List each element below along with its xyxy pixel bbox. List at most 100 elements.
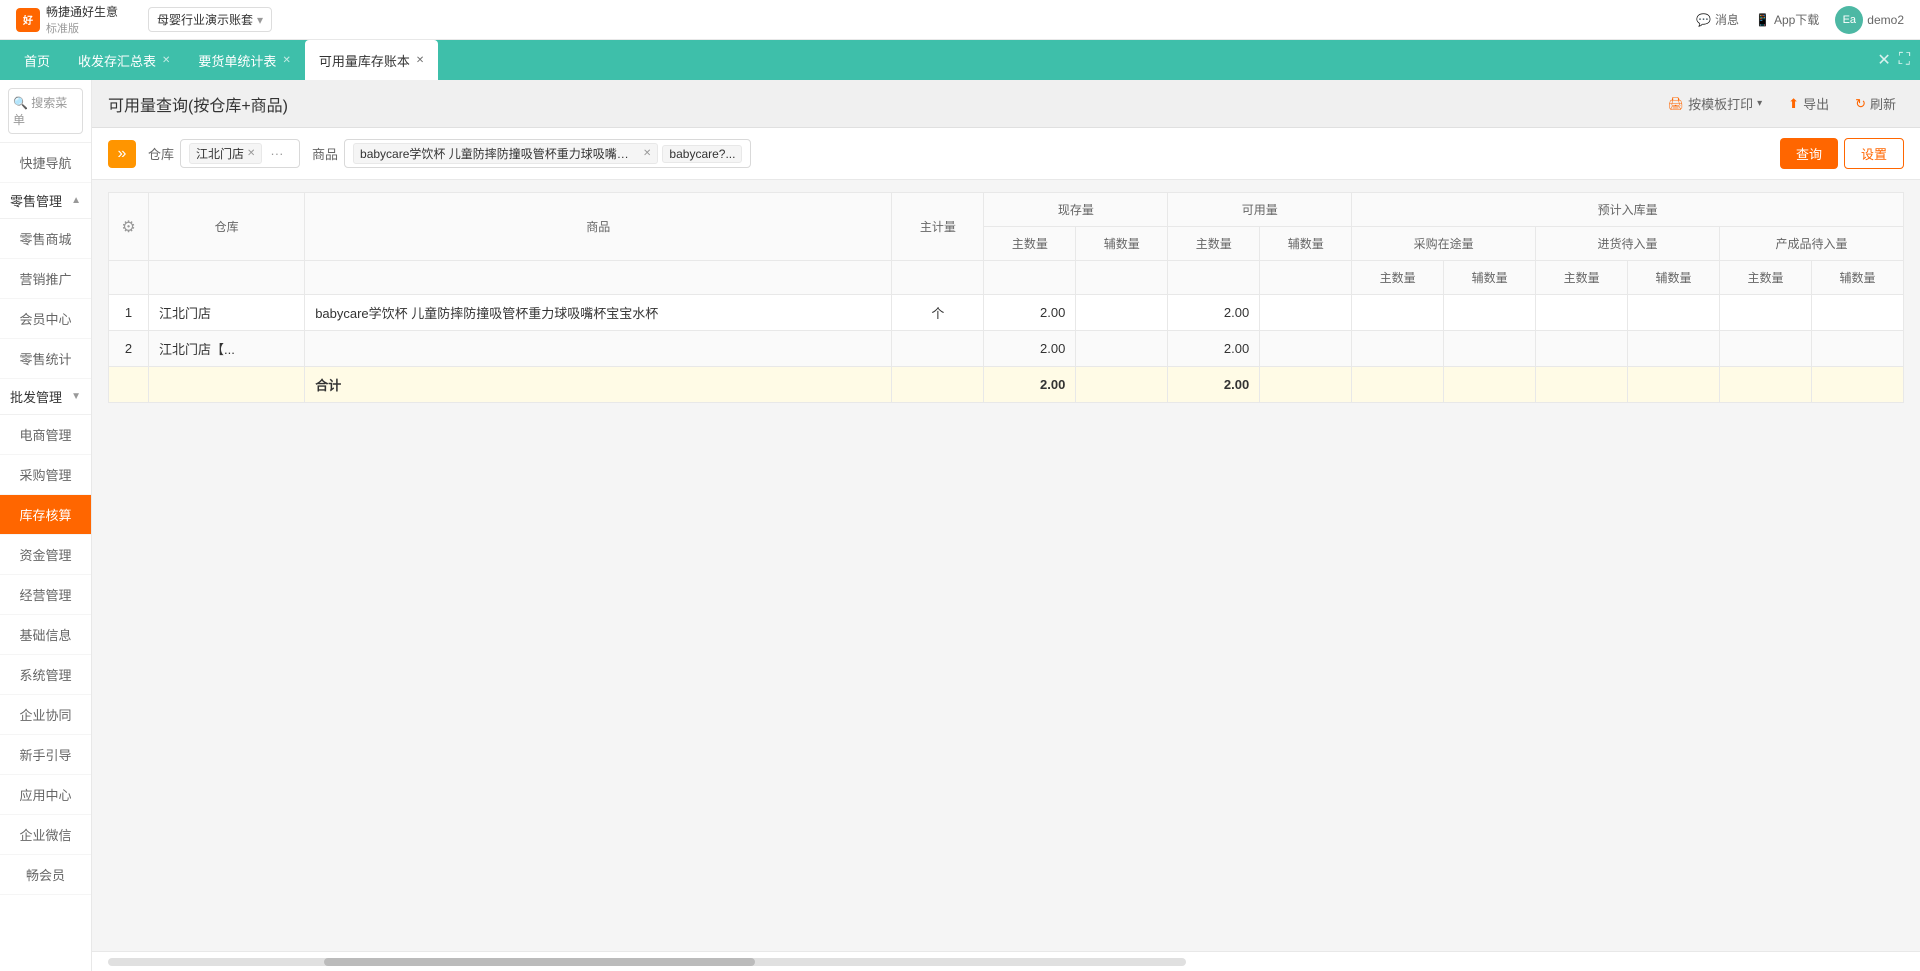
refresh-btn[interactable]: ↻ 刷新	[1847, 90, 1904, 117]
logo-area: 好 畅捷通好生意 标准版	[16, 3, 118, 36]
setting-btn[interactable]: 设置	[1844, 138, 1904, 169]
table-container: ⚙ 仓库 商品 主计量 现存量 可用量 预计入库量 主数量 辅数量 主数量 辅数…	[92, 180, 1920, 951]
sidebar-item-app-center[interactable]: 应用中心	[0, 775, 91, 815]
export-btn[interactable]: ⬆ 导出	[1780, 90, 1837, 117]
user-menu[interactable]: Ea demo2	[1835, 6, 1904, 34]
content-area: 可用量查询(按仓库+商品) 🖨 按模板打印 ▾ ⬆ 导出 ↻ 刷新	[92, 80, 1920, 971]
page-title: 可用量查询(按仓库+商品)	[108, 92, 288, 116]
tab-close-all-btn[interactable]: ✕	[1877, 50, 1890, 70]
th-stock-sub-qty: 辅数量	[1076, 227, 1168, 261]
product-label: 商品	[312, 144, 338, 163]
tab-receive-send[interactable]: 收发存汇总表 ✕	[64, 40, 184, 80]
product-tag-1: babycare学饮杯 儿童防摔防撞吸管杯重力球吸嘴杯宝宝水杯 ✕	[353, 143, 658, 164]
warehouse-filter-input[interactable]: 江北门店 ✕ ···	[180, 139, 300, 168]
tab-expand-btn[interactable]: ⛶	[1899, 51, 1910, 69]
warehouse-tag: 江北门店 ✕	[189, 143, 262, 164]
bottom-bar	[92, 951, 1920, 971]
warehouse-label: 仓库	[148, 144, 174, 163]
product-tag-1-close[interactable]: ✕	[643, 148, 651, 159]
product-tag-2: babycare?...	[662, 145, 742, 163]
th-main-unit: 主计量	[892, 193, 984, 261]
sidebar-item-new-user-guide[interactable]: 新手引导	[0, 735, 91, 775]
th-production-main: 主数量	[1720, 261, 1812, 295]
warehouse-tag-close[interactable]: ✕	[247, 148, 255, 159]
sidebar-item-retail-mgmt[interactable]: 零售管理 ▲	[0, 183, 91, 219]
sidebar-item-ops-mgmt[interactable]: 经营管理	[0, 575, 91, 615]
export-icon: ⬆	[1788, 96, 1799, 112]
tab-close-available-stock[interactable]: ✕	[416, 55, 424, 66]
th-stock-main-qty: 主数量	[984, 227, 1076, 261]
tab-bar-right: ✕ ⛶	[1877, 50, 1920, 70]
logo-text: 畅捷通好生意 标准版	[46, 3, 118, 36]
sidebar-item-sys-mgmt[interactable]: 系统管理	[0, 655, 91, 695]
data-table: ⚙ 仓库 商品 主计量 现存量 可用量 预计入库量 主数量 辅数量 主数量 辅数…	[108, 192, 1904, 403]
sidebar-search-area: 🔍 搜索菜单	[0, 80, 91, 143]
refresh-icon: ↻	[1855, 96, 1866, 112]
th-available-sub-qty: 辅数量	[1260, 227, 1352, 261]
print-icon: 🖨	[1668, 96, 1685, 112]
chevron-down-icon-wholesale: ▼	[71, 391, 81, 402]
logo-icon: 好	[16, 8, 40, 32]
tab-order-stats[interactable]: 要货单统计表 ✕	[184, 40, 304, 80]
sidebar-item-vip-member[interactable]: 畅会员	[0, 855, 91, 895]
phone-icon: 📱	[1755, 13, 1770, 27]
tenant-selector[interactable]: 母婴行业演示账套 ▾	[148, 7, 272, 32]
th-incoming-sub: 辅数量	[1628, 261, 1720, 295]
th-incoming-pending: 进货待入量	[1536, 227, 1720, 261]
app-download-btn[interactable]: 📱 App下载	[1755, 11, 1819, 28]
th-current-stock: 现存量	[984, 193, 1168, 227]
sidebar-item-member-center[interactable]: 会员中心	[0, 299, 91, 339]
filter-product-group: 商品 babycare学饮杯 儿童防摔防撞吸管杯重力球吸嘴杯宝宝水杯 ✕ bab…	[312, 139, 751, 168]
message-label: 消息	[1715, 11, 1739, 28]
horizontal-scrollbar[interactable]	[108, 958, 1186, 966]
sidebar-item-basic-info[interactable]: 基础信息	[0, 615, 91, 655]
sidebar-item-purchase-mgmt[interactable]: 采购管理	[0, 455, 91, 495]
page-header: 可用量查询(按仓库+商品) 🖨 按模板打印 ▾ ⬆ 导出 ↻ 刷新	[92, 80, 1920, 128]
th-available: 可用量	[1168, 193, 1352, 227]
table-row: 1 江北门店 babycare学饮杯 儿童防摔防撞吸管杯重力球吸嘴杯宝宝水杯 个…	[109, 295, 1904, 331]
sidebar-item-retail-stats[interactable]: 零售统计	[0, 339, 91, 379]
sidebar-item-ecommerce-mgmt[interactable]: 电商管理	[0, 415, 91, 455]
th-production-pending: 产成品待入量	[1720, 227, 1904, 261]
filter-action-btns: 查询 设置	[1780, 138, 1904, 169]
message-btn[interactable]: 💬 消息	[1696, 11, 1739, 28]
product-filter-input[interactable]: babycare学饮杯 儿童防摔防撞吸管杯重力球吸嘴杯宝宝水杯 ✕ babyca…	[344, 139, 751, 168]
chevron-up-icon: ▲	[71, 195, 81, 206]
top-header-right: 💬 消息 📱 App下载 Ea demo2	[1696, 6, 1904, 34]
sidebar-item-enterprise-wechat[interactable]: 企业微信	[0, 815, 91, 855]
warehouse-more-btn[interactable]: ···	[266, 146, 287, 161]
sidebar-item-inventory-check[interactable]: 库存核算	[0, 495, 91, 535]
username-label: demo2	[1867, 13, 1904, 27]
print-template-btn[interactable]: 🖨 按模板打印 ▾	[1660, 90, 1771, 117]
app-download-label: App下载	[1774, 11, 1819, 28]
chevron-down-icon-print: ▾	[1757, 98, 1762, 109]
tab-available-stock[interactable]: 可用量库存账本 ✕	[305, 40, 438, 80]
tab-close-receive-send[interactable]: ✕	[162, 55, 170, 66]
message-icon: 💬	[1696, 13, 1711, 27]
th-purchase-main: 主数量	[1352, 261, 1444, 295]
th-settings: ⚙	[109, 193, 149, 261]
sidebar-item-wholesale-mgmt[interactable]: 批发管理 ▼	[0, 379, 91, 415]
query-btn[interactable]: 查询	[1780, 138, 1838, 169]
main-layout: 🔍 搜索菜单 快捷导航 零售管理 ▲ 零售商城 营销推广 会员中心 零售统计 批…	[0, 80, 1920, 971]
tab-close-order-stats[interactable]: ✕	[282, 55, 290, 66]
sidebar-item-enterprise-collab[interactable]: 企业协同	[0, 695, 91, 735]
tenant-name: 母婴行业演示账套	[157, 11, 253, 28]
sidebar-item-finance-mgmt[interactable]: 资金管理	[0, 535, 91, 575]
filter-expand-btn[interactable]: »	[108, 140, 136, 168]
search-icon: 🔍	[13, 96, 28, 110]
top-header-left: 好 畅捷通好生意 标准版 母婴行业演示账套 ▾	[16, 3, 272, 36]
totals-row: 合计 2.00 2.00	[109, 367, 1904, 403]
top-header: 好 畅捷通好生意 标准版 母婴行业演示账套 ▾ 💬 消息 📱 App下载 Ea …	[0, 0, 1920, 40]
th-purchase-sub: 辅数量	[1444, 261, 1536, 295]
sidebar-item-retail-mall[interactable]: 零售商城	[0, 219, 91, 259]
sidebar-search-btn[interactable]: 🔍 搜索菜单	[8, 88, 83, 134]
tab-home[interactable]: 首页	[10, 40, 64, 80]
th-warehouse: 仓库	[149, 193, 305, 261]
column-settings-icon[interactable]: ⚙	[121, 219, 135, 236]
sidebar-item-quick-nav[interactable]: 快捷导航	[0, 143, 91, 183]
th-production-sub: 辅数量	[1811, 261, 1903, 295]
sidebar-item-marketing[interactable]: 营销推广	[0, 259, 91, 299]
filter-bar: » 仓库 江北门店 ✕ ··· 商品 babycare学饮杯 儿童防摔防撞吸管杯…	[92, 128, 1920, 180]
page-actions: 🖨 按模板打印 ▾ ⬆ 导出 ↻ 刷新	[1660, 90, 1904, 117]
